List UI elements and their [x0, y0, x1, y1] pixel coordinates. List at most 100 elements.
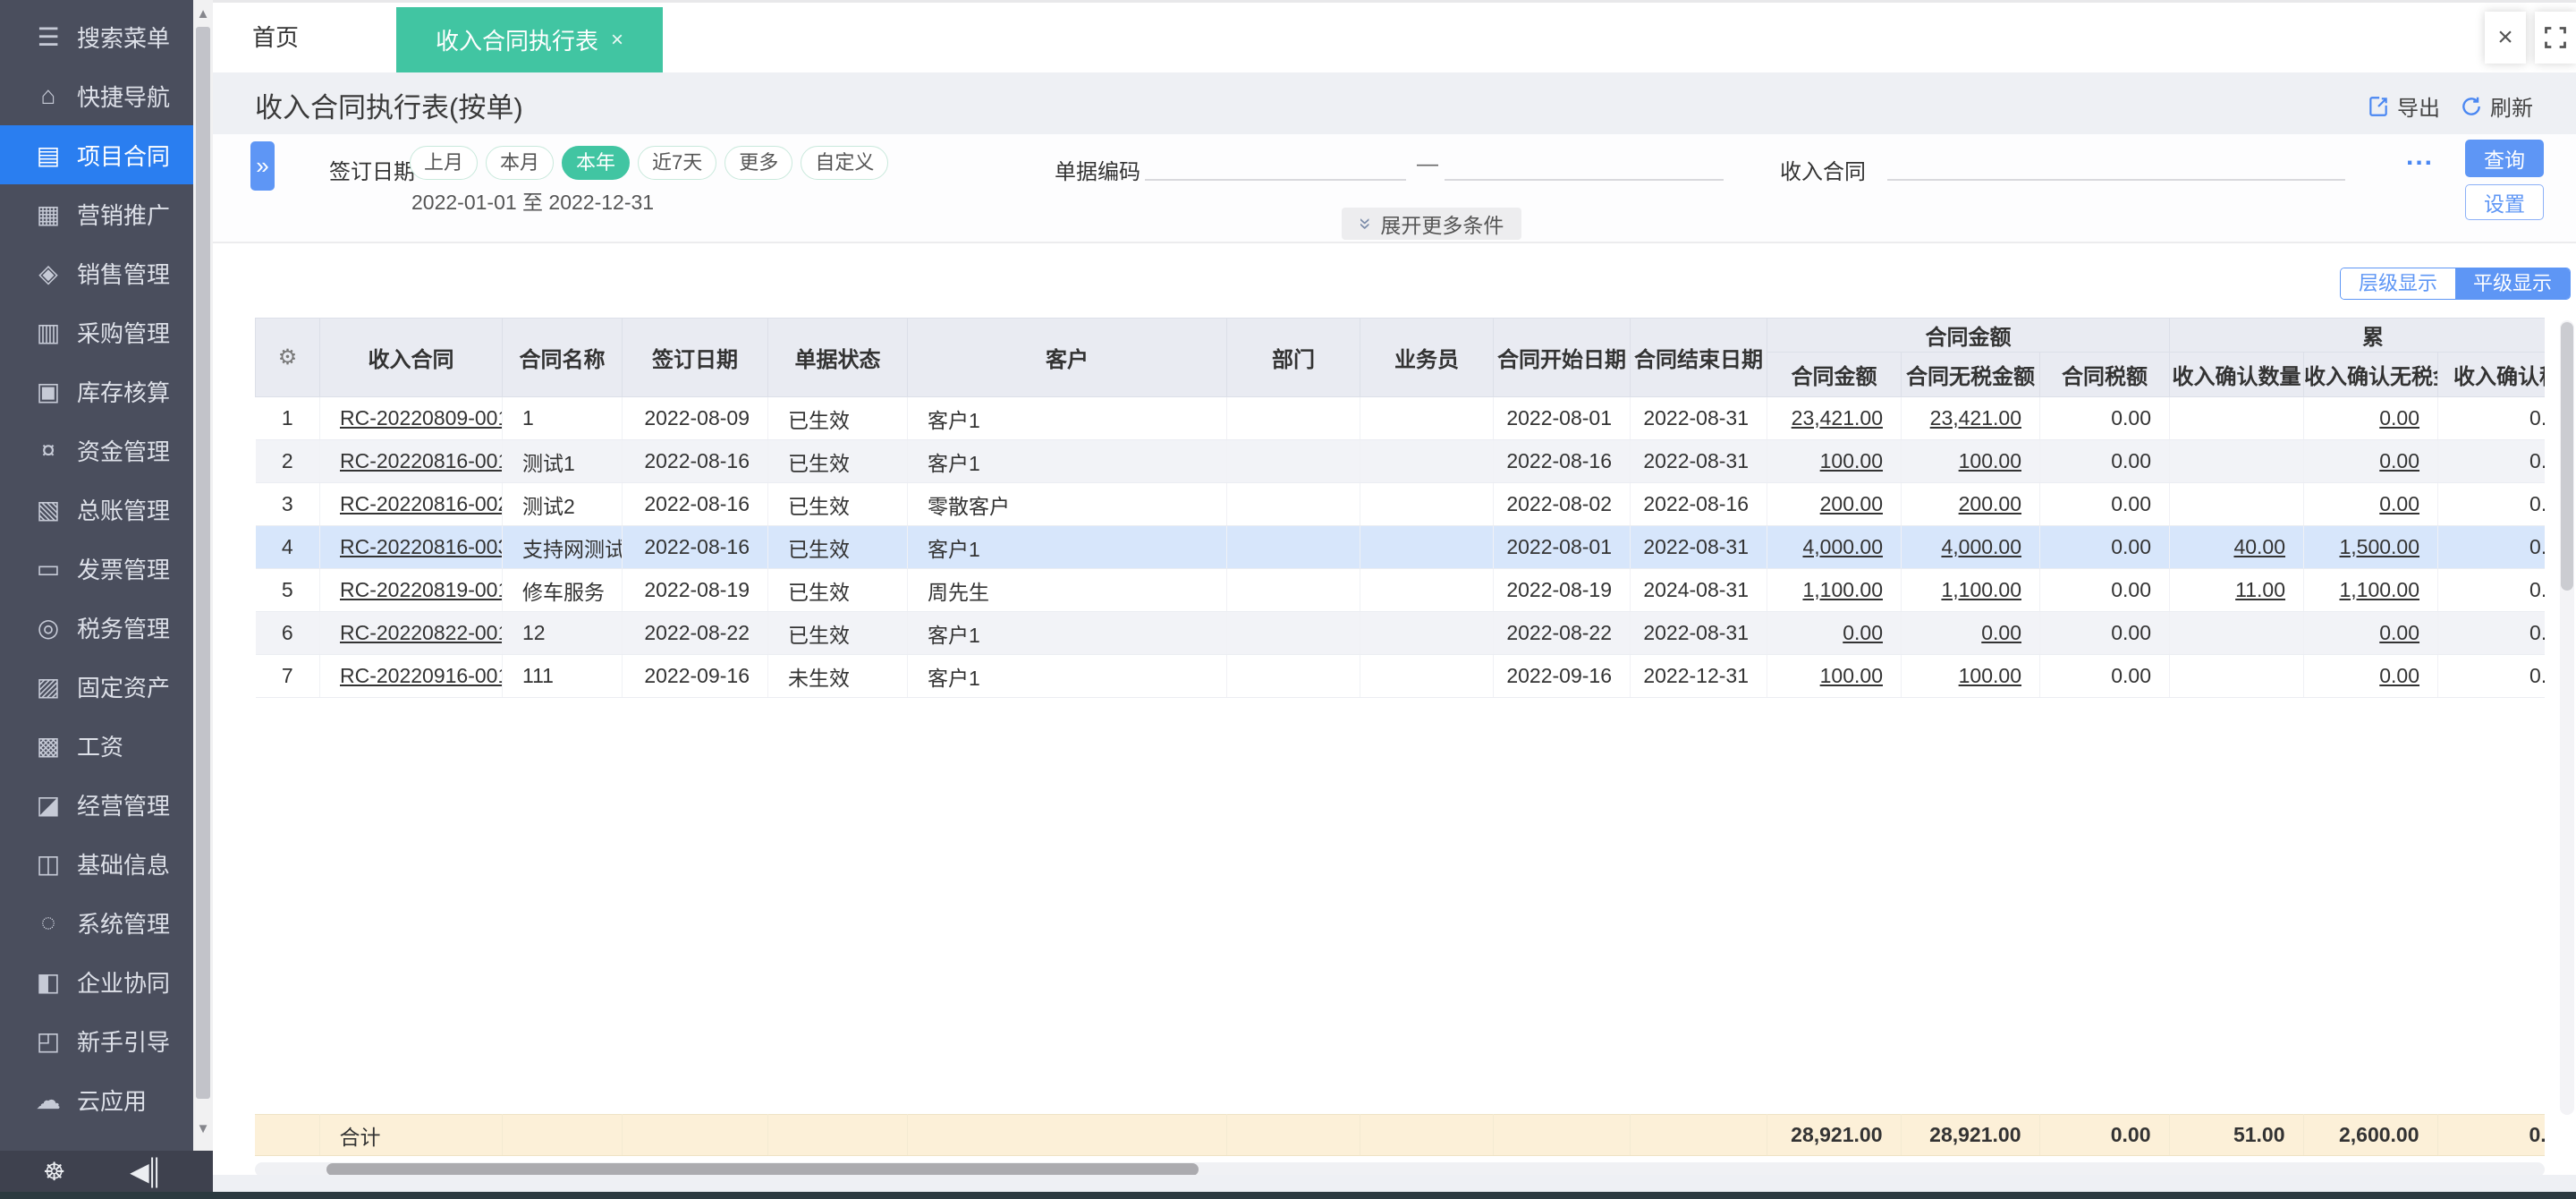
confirm_notax-link[interactable]: 0.00: [2379, 406, 2419, 429]
date-pill-更多[interactable]: 更多: [724, 146, 793, 180]
contract_no-link[interactable]: RC-20220816-003: [340, 535, 502, 558]
sidebar-item-sales[interactable]: ◈ 销售管理: [0, 243, 193, 302]
cell-amount_notax: 200.00: [1901, 482, 2040, 526]
more-options-button[interactable]: ...: [2406, 141, 2434, 172]
confirm_notax-link[interactable]: 0.00: [2379, 664, 2419, 687]
sidebar-item-fixed-assets[interactable]: ▨ 固定资产: [0, 657, 193, 716]
sidebar-item-tax[interactable]: ◎ 税务管理: [0, 598, 193, 657]
income-contract-input[interactable]: [1887, 143, 2345, 181]
contract_no-link[interactable]: RC-20220822-001: [340, 621, 502, 644]
amount_notax-link[interactable]: 100.00: [1959, 449, 2021, 472]
confirm_qty-link[interactable]: 40.00: [2233, 535, 2285, 558]
confirm_qty-link[interactable]: 11.00: [2235, 578, 2285, 601]
cell-customer: 客户1: [907, 396, 1227, 440]
sidebar-item-home[interactable]: ⌂ 快捷导航: [0, 66, 193, 125]
confirm_notax-link[interactable]: 1,100.00: [2339, 578, 2419, 601]
amount-link[interactable]: 0.00: [1843, 621, 1883, 644]
table-row[interactable]: 7 RC-20220916-001 111 2022-09-16 未生效 客户1 2022-…: [255, 654, 2545, 698]
settings-gear-icon[interactable]: ☸: [43, 1157, 65, 1186]
table-row[interactable]: 6 RC-20220822-001 12 2022-08-22 已生效 客户1 2022-0…: [255, 611, 2545, 655]
date-pill-自定义[interactable]: 自定义: [801, 146, 889, 180]
amount_notax-link[interactable]: 23,421.00: [1930, 406, 2021, 429]
cell-status: 未生效: [767, 654, 908, 698]
contract_no-link[interactable]: RC-20220809-001: [340, 406, 502, 429]
cell-tax: 0.00: [2039, 396, 2171, 440]
amount_notax-link[interactable]: 0.00: [1981, 621, 2021, 644]
sidebar-item-project-contract[interactable]: ▤ 项目合同: [0, 125, 193, 184]
sidebar-item-cloud-apps[interactable]: ☁ 云应用: [0, 1070, 193, 1129]
sidebar-item-operations[interactable]: ◪ 经营管理: [0, 775, 193, 834]
sidebar-item-invoice[interactable]: ▭ 发票管理: [0, 539, 193, 598]
confirm_notax-link[interactable]: 0.00: [2379, 621, 2419, 644]
date-pill-本年[interactable]: 本年: [562, 146, 631, 180]
contract_no-link[interactable]: RC-20220916-001: [340, 664, 502, 687]
sidebar-item-general-ledger[interactable]: ▧ 总账管理: [0, 480, 193, 539]
confirm_notax-link[interactable]: 1,500.00: [2339, 535, 2419, 558]
table-row[interactable]: 2 RC-20220816-001 测试1 2022-08-16 已生效 客户1 2022-…: [255, 439, 2545, 483]
scroll-up-icon[interactable]: ▲: [193, 5, 213, 23]
display-toggle-0[interactable]: 层级显示: [2341, 268, 2456, 299]
sidebar-item-funds[interactable]: ¤ 资金管理: [0, 421, 193, 480]
sidebar-item-basic-info[interactable]: ◫ 基础信息: [0, 834, 193, 893]
tab-income-contract-report[interactable]: 收入合同执行表 ×: [396, 7, 663, 72]
vertical-scrollbar[interactable]: [2560, 320, 2574, 1115]
doc-code-from-input[interactable]: [1145, 143, 1406, 181]
doc-code-to-input[interactable]: [1445, 143, 1724, 181]
cell-name: 12: [502, 611, 623, 655]
amount-link[interactable]: 100.00: [1820, 664, 1883, 687]
amount-link[interactable]: 200.00: [1820, 492, 1883, 515]
sidebar-item-payroll[interactable]: ▩ 工资: [0, 716, 193, 775]
confirm_notax-link[interactable]: 0.00: [2379, 449, 2419, 472]
table-row[interactable]: 3 RC-20220816-002 测试2 2022-08-16 已生效 零散客户 2022…: [255, 482, 2545, 526]
contract_no-link[interactable]: RC-20220816-001: [340, 449, 502, 472]
date-pill-上月[interactable]: 上月: [410, 146, 479, 180]
amount-link[interactable]: 1,100.00: [1802, 578, 1883, 601]
refresh-button[interactable]: 刷新: [2460, 90, 2533, 122]
sidebar-scrollbar[interactable]: ▲ ▼: [193, 0, 213, 1151]
sidebar-item-beginner-guide[interactable]: ◰ 新手引导: [0, 1011, 193, 1070]
sidebar-item-inventory[interactable]: ▣ 库存核算: [0, 361, 193, 421]
table-row[interactable]: 4 RC-20220816-003 支持网测试 2022-08-16 已生效 客户1 202…: [255, 525, 2545, 569]
contract_no-link[interactable]: RC-20220816-002: [340, 492, 502, 515]
total-customer: [907, 1114, 1227, 1156]
cell-confirm_tax: 0.0: [2437, 482, 2545, 526]
sidebar-item-search[interactable]: ☰ 搜索菜单: [0, 7, 193, 66]
amount_notax-link[interactable]: 4,000.00: [1941, 535, 2021, 558]
sidebar-item-collaboration[interactable]: ◧ 企业协同: [0, 952, 193, 1011]
table-row[interactable]: 1 RC-20220809-001 1 2022-08-09 已生效 客户1 2022-08…: [255, 396, 2545, 440]
contract_no-link[interactable]: RC-20220819-001: [340, 578, 502, 601]
sidebar-item-purchase[interactable]: ▥ 采购管理: [0, 302, 193, 361]
totals-row: 合计28,921.0028,921.000.0051.002,600.000.0: [255, 1114, 2545, 1156]
cell-seq: 6: [255, 611, 320, 655]
confirm_notax-link[interactable]: 0.00: [2379, 492, 2419, 515]
export-button[interactable]: 导出: [2367, 90, 2440, 122]
cell-salesman: [1360, 396, 1494, 440]
sidebar-scrollbar-thumb[interactable]: [196, 27, 210, 1099]
horizontal-scrollbar-thumb[interactable]: [326, 1163, 1199, 1176]
amount_notax-link[interactable]: 1,100.00: [1941, 578, 2021, 601]
amount-link[interactable]: 4,000.00: [1802, 535, 1883, 558]
amount-link[interactable]: 23,421.00: [1792, 406, 1883, 429]
tab-home[interactable]: 首页: [240, 3, 311, 72]
close-window-button[interactable]: ×: [2485, 12, 2526, 64]
amount_notax-link[interactable]: 100.00: [1959, 664, 2021, 687]
date-pill-近7天[interactable]: 近7天: [638, 146, 717, 180]
collapse-sidebar-icon[interactable]: ◀║: [130, 1157, 163, 1186]
settings-button[interactable]: 设置: [2465, 184, 2544, 220]
display-toggle-1[interactable]: 平级显示: [2455, 268, 2571, 299]
amount-link[interactable]: 100.00: [1820, 449, 1883, 472]
expand-more-conditions-button[interactable]: » 展开更多条件: [1342, 208, 1522, 240]
vertical-scrollbar-thumb[interactable]: [2561, 322, 2573, 591]
date-pill-本月[interactable]: 本月: [486, 146, 555, 180]
query-button[interactable]: 查询: [2465, 140, 2544, 177]
scroll-down-icon[interactable]: ▼: [193, 1120, 213, 1138]
table-row[interactable]: 5 RC-20220819-001 修车服务 2022-08-19 已生效 周先生 2022…: [255, 568, 2545, 612]
amount_notax-link[interactable]: 200.00: [1959, 492, 2021, 515]
funds-icon: ¤: [41, 436, 55, 463]
tab-close-icon[interactable]: ×: [611, 28, 623, 53]
fullscreen-button[interactable]: [2535, 12, 2576, 64]
sidebar-item-marketing[interactable]: ▦ 营销推广: [0, 184, 193, 243]
table-settings-icon[interactable]: ⚙: [278, 345, 298, 370]
expand-filter-panel-button[interactable]: »: [250, 141, 275, 191]
sidebar-item-system[interactable]: ◌ 系统管理: [0, 893, 193, 952]
